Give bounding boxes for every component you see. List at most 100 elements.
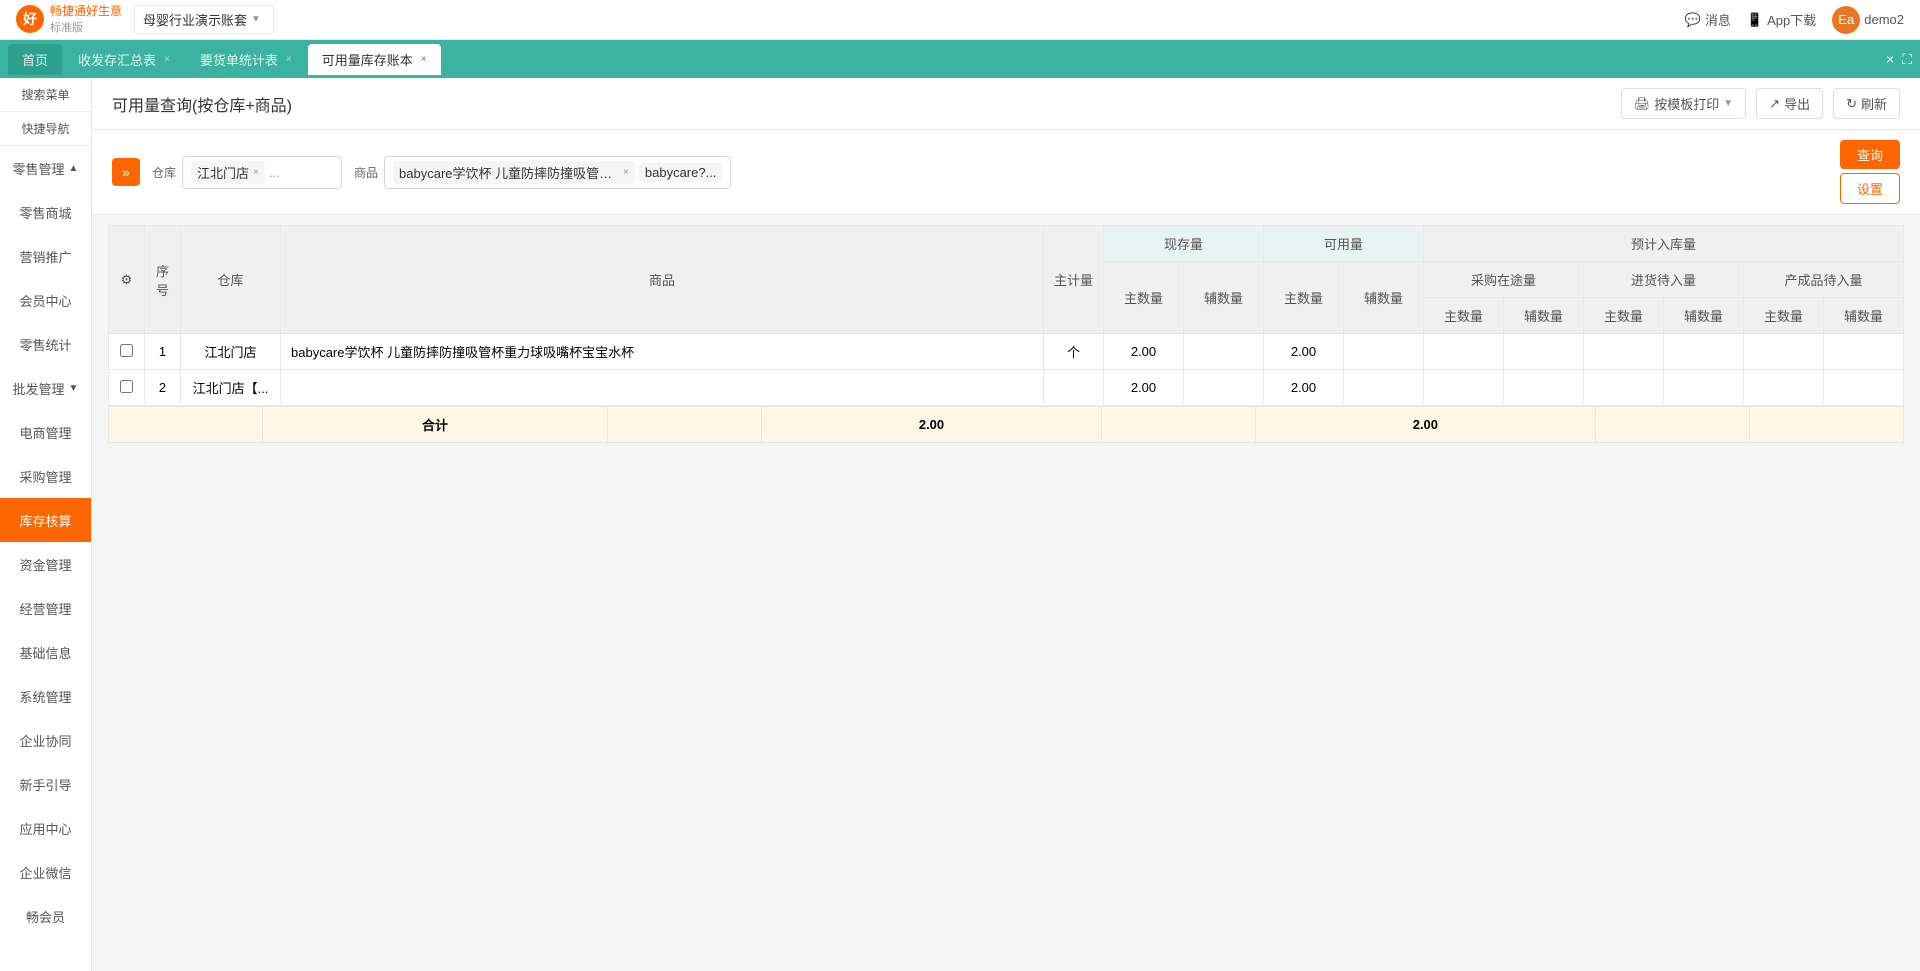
product-label: 商品	[354, 164, 378, 181]
th-settings[interactable]: ⚙	[109, 226, 145, 334]
product-input[interactable]: babycare学饮杯 儿童防摔防撞吸管杯重力球吸嘴杯宝宝水杯 × babyca…	[384, 156, 731, 189]
cell-stock-aux	[1184, 334, 1264, 370]
tab-available-stock[interactable]: 可用量库存账本 ×	[308, 44, 441, 75]
settings-icon[interactable]: ⚙	[121, 272, 133, 287]
cell-checkbox[interactable]	[109, 370, 145, 406]
summary-stock-main: 2.00	[762, 407, 1102, 443]
app-download-label: App下载	[1767, 10, 1816, 29]
sidebar-item-retail-store[interactable]: 零售商城	[0, 190, 91, 234]
summary-table: 合计 2.00 2.00	[108, 406, 1904, 443]
industry-label: 母婴行业演示账套	[143, 10, 247, 29]
top-bar-right: 💬 消息 📱 App下载 Ea demo2	[1685, 6, 1904, 34]
sidebar-item-label: 企业微信	[19, 863, 71, 882]
message-btn[interactable]: 💬 消息	[1685, 10, 1731, 29]
sidebar-item-enterprise-wechat[interactable]: 企业微信	[0, 850, 91, 894]
sidebar-item-retail-mgmt[interactable]: 零售管理 ▲	[0, 146, 91, 190]
sidebar-search-menu[interactable]: 搜索菜单	[0, 78, 91, 112]
sidebar-item-wholesale-mgmt[interactable]: 批发管理 ▼	[0, 366, 91, 410]
summary-available-aux	[1595, 407, 1749, 443]
sidebar-item-label: 畅会员	[26, 907, 65, 926]
sidebar-item-app-center[interactable]: 应用中心	[0, 806, 91, 850]
template-print-btn[interactable]: 🖨 按模板打印 ▼	[1621, 88, 1746, 119]
page-header: 可用量查询(按仓库+商品) 🖨 按模板打印 ▼ ↗ 导出 ↻ 刷新	[92, 78, 1920, 130]
cell-stock-main: 2.00	[1104, 370, 1184, 406]
th-product-aux: 辅数量	[1824, 298, 1904, 334]
cell-available-main: 2.00	[1264, 334, 1344, 370]
filter-buttons: 查询 设置	[1840, 140, 1900, 204]
logo-icon: 好	[16, 5, 44, 33]
sidebar-item-label: 新手引导	[19, 775, 71, 794]
data-table: ⚙ 序号 仓库 商品 主计量	[108, 225, 1904, 406]
cell-purchase-main	[1424, 334, 1504, 370]
industry-selector[interactable]: 母婴行业演示账套 ▼	[134, 5, 274, 34]
home-tab-label: 首页	[22, 50, 48, 69]
product-tag1-close[interactable]: ×	[623, 167, 629, 178]
sidebar-item-enterprise-collab[interactable]: 企业协同	[0, 718, 91, 762]
query-btn[interactable]: 查询	[1840, 140, 1900, 169]
warehouse-more[interactable]: ...	[269, 165, 280, 180]
available-stock-tab-close[interactable]: ×	[421, 54, 427, 65]
th-no: 序号	[145, 226, 181, 334]
cell-product	[281, 370, 1044, 406]
logo-subtext: 标准版	[50, 19, 122, 35]
sidebar-item-basic-info[interactable]: 基础信息	[0, 630, 91, 674]
template-print-label: 按模板打印	[1654, 94, 1719, 113]
th-product-main: 主数量	[1744, 298, 1824, 334]
sidebar-item-inventory-audit[interactable]: 库存核算	[0, 498, 91, 542]
cell-purchase-aux	[1504, 334, 1584, 370]
top-bar: 好 畅捷通好生意 标准版 母婴行业演示账套 ▼ 💬 消息 📱 App下载 Ea …	[0, 0, 1920, 40]
sidebar-item-purchase-mgmt[interactable]: 采购管理	[0, 454, 91, 498]
sidebar-item-operations-mgmt[interactable]: 经营管理	[0, 586, 91, 630]
sidebar-item-system-mgmt[interactable]: 系统管理	[0, 674, 91, 718]
sidebar-item-finance-mgmt[interactable]: 资金管理	[0, 542, 91, 586]
tab-receipts[interactable]: 收发存汇总表 ×	[64, 44, 184, 75]
cell-product-aux	[1824, 370, 1904, 406]
export-btn[interactable]: ↗ 导出	[1756, 88, 1823, 119]
sidebar-item-ecommerce-mgmt[interactable]: 电商管理	[0, 410, 91, 454]
warehouse-tag-close[interactable]: ×	[253, 167, 259, 178]
fullscreen-btn[interactable]: ⛶	[1902, 51, 1912, 68]
sidebar-item-label: 资金管理	[19, 555, 71, 574]
order-stats-tab-close[interactable]: ×	[286, 54, 292, 65]
tab-order-stats[interactable]: 要货单统计表 ×	[186, 44, 306, 75]
app-download-btn[interactable]: 📱 App下载	[1747, 10, 1816, 29]
close-all-tabs-btn[interactable]: ×	[1886, 51, 1894, 67]
cell-no: 1	[145, 334, 181, 370]
sidebar-item-retail-stats[interactable]: 零售统计	[0, 322, 91, 366]
filter-expand-btn[interactable]: »	[112, 158, 140, 186]
sidebar-item-member-center[interactable]: 会员中心	[0, 278, 91, 322]
summary-row: 合计 2.00 2.00	[109, 407, 1904, 443]
nav-tabs-right: × ⛶	[1886, 51, 1912, 68]
main-layout: 搜索菜单 快捷导航 零售管理 ▲ 零售商城 营销推广 会员中心 零售统计 批发管…	[0, 78, 1920, 971]
cell-checkbox[interactable]	[109, 334, 145, 370]
sidebar: 搜索菜单 快捷导航 零售管理 ▲ 零售商城 营销推广 会员中心 零售统计 批发管…	[0, 78, 92, 971]
export-label: 导出	[1784, 94, 1810, 113]
cell-purchase-aux	[1504, 370, 1584, 406]
summary-label: 合计	[263, 407, 608, 443]
th-current-stock: 现存量	[1104, 226, 1264, 262]
page-title: 可用量查询(按仓库+商品)	[112, 92, 292, 116]
sidebar-item-new-guide[interactable]: 新手引导	[0, 762, 91, 806]
cell-warehouse: 江北门店【...	[181, 370, 281, 406]
user-area[interactable]: Ea demo2	[1832, 6, 1904, 34]
table-container[interactable]: ⚙ 序号 仓库 商品 主计量	[92, 215, 1920, 971]
refresh-btn[interactable]: ↻ 刷新	[1833, 88, 1900, 119]
th-stock-main: 主数量	[1104, 262, 1184, 334]
warehouse-filter-group: 仓库 江北门店 × ...	[152, 156, 342, 189]
product-tag1: babycare学饮杯 儿童防摔防撞吸管杯重力球吸嘴杯宝宝水杯 ×	[393, 161, 635, 184]
chevron-icon: ▼	[69, 383, 79, 394]
sidebar-item-label: 零售商城	[19, 203, 71, 222]
warehouse-tag-text: 江北门店	[197, 163, 249, 182]
setting-btn[interactable]: 设置	[1840, 173, 1900, 204]
th-available: 可用量	[1264, 226, 1424, 262]
th-incoming-main: 主数量	[1584, 298, 1664, 334]
table-row: 2 江北门店【... 2.00 2.00	[109, 370, 1904, 406]
sidebar-item-vip-member[interactable]: 畅会员	[0, 894, 91, 938]
sidebar-item-marketing[interactable]: 营销推广	[0, 234, 91, 278]
warehouse-label: 仓库	[152, 164, 176, 181]
sidebar-item-label: 会员中心	[19, 291, 71, 310]
receipts-tab-close[interactable]: ×	[164, 54, 170, 65]
sidebar-quick-nav[interactable]: 快捷导航	[0, 112, 91, 146]
warehouse-input[interactable]: 江北门店 × ...	[182, 156, 342, 189]
tab-home[interactable]: 首页	[8, 44, 62, 75]
